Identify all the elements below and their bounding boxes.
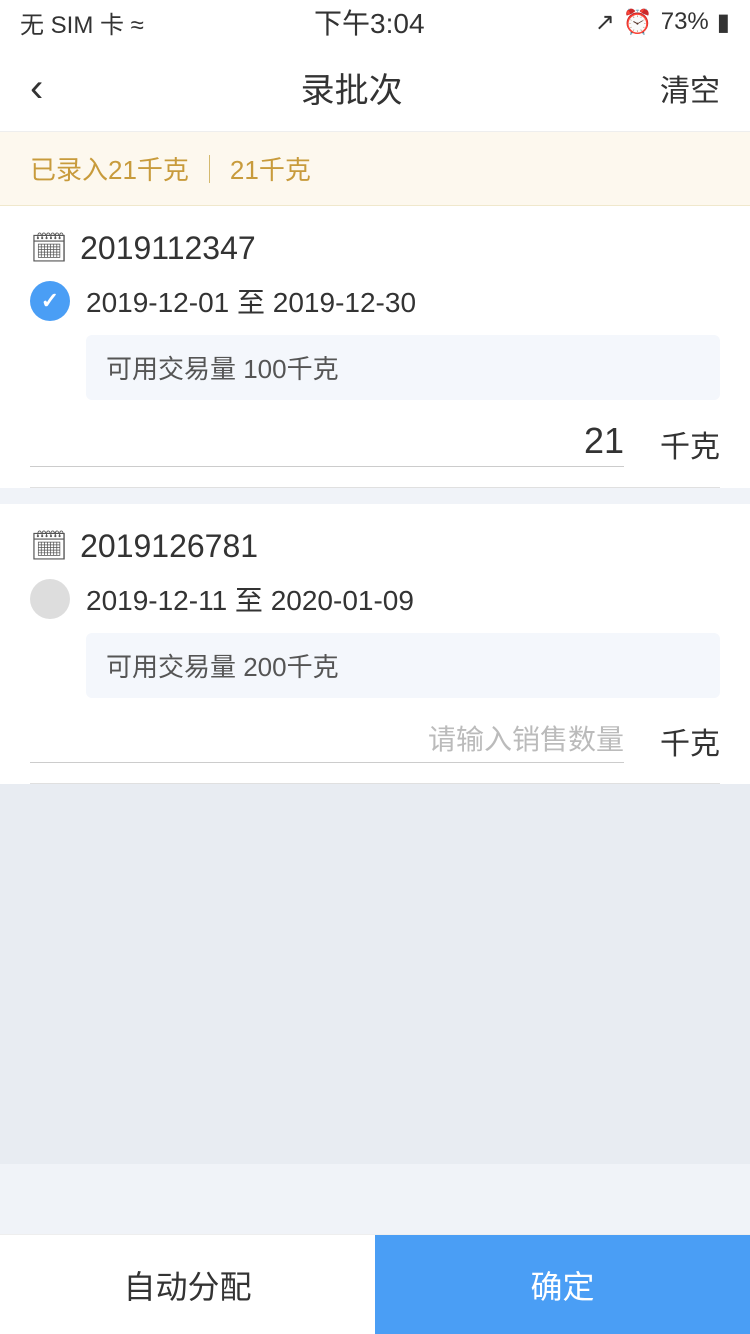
clear-button[interactable]: 清空 — [660, 66, 720, 110]
batch-1-qty-unit: 千克 — [660, 422, 720, 466]
batch-2-radio[interactable] — [30, 579, 70, 619]
back-button[interactable]: ‹ — [30, 68, 43, 108]
batch-1-icon: 🗓 — [30, 231, 68, 266]
batch-2-qty-row: 请输入销售数量 千克 — [0, 698, 750, 783]
location-icon: ↗ — [595, 8, 615, 37]
auto-distribute-button[interactable]: 自动分配 — [0, 1235, 375, 1334]
status-left: 无 SIM 卡 ≈ — [20, 5, 144, 40]
battery-label: 73% — [661, 8, 709, 36]
batch-2-qty-unit: 千克 — [660, 719, 720, 763]
batch-2-qty-placeholder[interactable]: 请输入销售数量 — [428, 718, 624, 758]
batch-1-date-row[interactable]: ✓ 2019-12-01 至 2019-12-30 — [30, 281, 720, 321]
batch-2-date: 2019-12-11 至 2020-01-09 — [86, 579, 414, 619]
status-right: ↗ ⏰ 73% ▮ — [595, 8, 730, 37]
batch-1-avail: 可用交易量 100千克 — [86, 335, 720, 400]
batch-2-icon: 🗓 — [30, 529, 68, 564]
status-bar: 无 SIM 卡 ≈ 下午3:04 ↗ ⏰ 73% ▮ — [0, 0, 750, 44]
batch-2-card: 🗓 2019126781 2019-12-11 至 2020-01-09 可用交… — [0, 504, 750, 784]
batch-1-card: 🗓 2019112347 ✓ 2019-12-01 至 2019-12-30 可… — [0, 206, 750, 488]
alarm-icon: ⏰ — [623, 8, 653, 37]
nav-bar: ‹ 录批次 清空 — [0, 44, 750, 132]
batch-2-qty-input-wrap[interactable]: 请输入销售数量 — [30, 718, 624, 763]
check-icon: ✓ — [41, 288, 59, 314]
recorded-label: 已录入21千克 — [30, 150, 189, 187]
page-title: 录批次 — [301, 63, 403, 112]
batch-1-date: 2019-12-01 至 2019-12-30 — [86, 281, 416, 321]
batch-1-qty-row: 21 千克 — [0, 400, 750, 487]
batch-1-separator — [30, 487, 720, 488]
sim-label: 无 SIM 卡 ≈ — [20, 5, 144, 40]
confirm-button[interactable]: 确定 — [375, 1235, 750, 1334]
batch-1-radio[interactable]: ✓ — [30, 281, 70, 321]
batch-1-header: 🗓 2019112347 — [30, 230, 720, 267]
total-label: 21千克 — [230, 150, 311, 187]
batch-2-number: 2019126781 — [80, 528, 258, 565]
batch-2-header: 🗓 2019126781 — [30, 528, 720, 565]
summary-divider — [209, 155, 210, 183]
batch-1-qty-value[interactable]: 21 — [584, 420, 624, 462]
batch-1-number: 2019112347 — [80, 230, 256, 267]
batch-2-date-row[interactable]: 2019-12-11 至 2020-01-09 — [30, 579, 720, 619]
summary-banner: 已录入21千克 21千克 — [0, 132, 750, 206]
empty-area — [0, 784, 750, 1164]
batch-2-avail: 可用交易量 200千克 — [86, 633, 720, 698]
bottom-bar: 自动分配 确定 — [0, 1234, 750, 1334]
status-time: 下午3:04 — [314, 2, 425, 42]
batch-1-qty-input-wrap[interactable]: 21 — [30, 420, 624, 467]
battery-icon: ▮ — [717, 8, 730, 37]
